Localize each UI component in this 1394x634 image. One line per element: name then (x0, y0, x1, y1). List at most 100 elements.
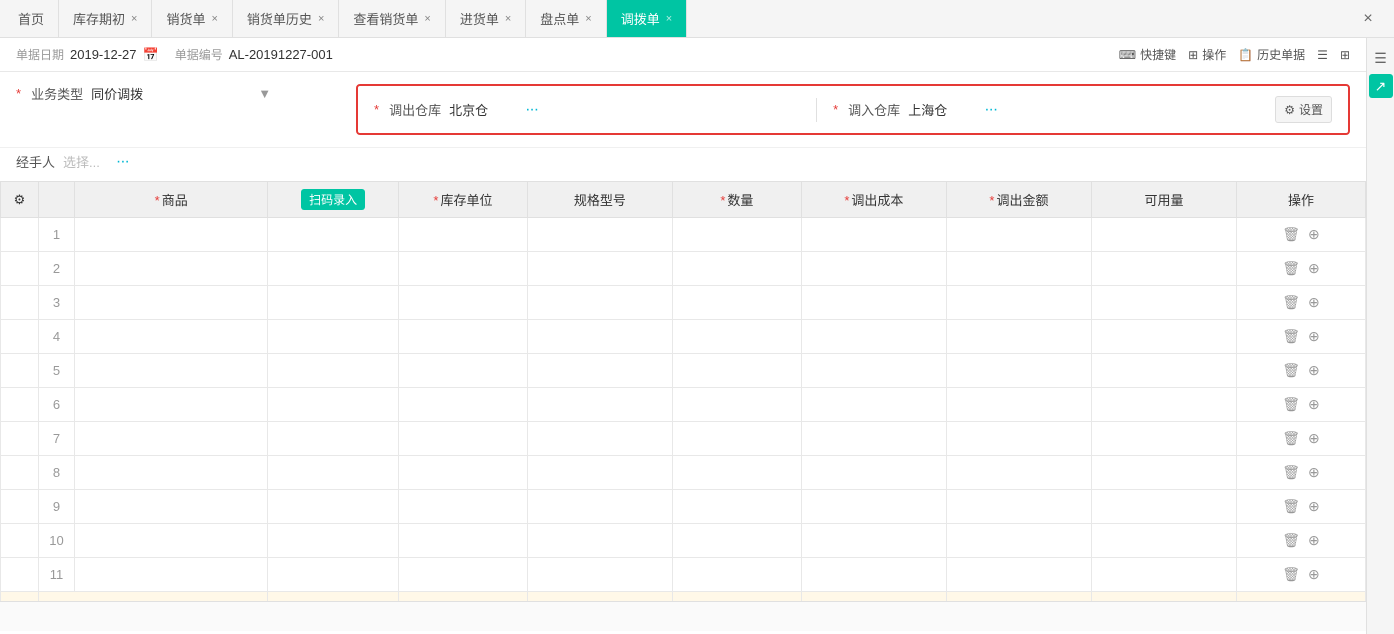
business-type-dropdown[interactable]: 同价调拨 ▼ (91, 84, 271, 103)
row-qty[interactable] (672, 490, 801, 524)
copy-row-icon[interactable]: ⊕ (1308, 566, 1320, 583)
col-scan-header[interactable]: 扫码录入 (268, 182, 399, 218)
delete-row-icon[interactable]: 🗑 (1282, 464, 1300, 481)
sidebar-list-icon[interactable]: ☰ (1369, 46, 1393, 70)
row-cost[interactable] (801, 320, 946, 354)
row-amount[interactable] (946, 456, 1091, 490)
tab-purchase-close[interactable]: × (505, 13, 511, 25)
copy-row-icon[interactable]: ⊕ (1308, 328, 1320, 345)
tab-sales-order-close[interactable]: × (211, 13, 217, 25)
delete-row-icon[interactable]: 🗑 (1282, 532, 1300, 549)
row-qty[interactable] (672, 286, 801, 320)
row-cost[interactable] (801, 524, 946, 558)
settings-button[interactable]: ⚙ 设置 (1275, 96, 1332, 123)
col-settings-header[interactable]: ⚙ (1, 182, 39, 218)
row-unit[interactable] (398, 456, 527, 490)
row-unit[interactable] (398, 422, 527, 456)
row-amount[interactable] (946, 422, 1091, 456)
row-unit[interactable] (398, 320, 527, 354)
in-warehouse-more-button[interactable]: ··· (984, 101, 997, 119)
tab-transfer[interactable]: 调拨单 × (607, 0, 687, 37)
row-cost[interactable] (801, 354, 946, 388)
row-cost[interactable] (801, 422, 946, 456)
row-cost[interactable] (801, 490, 946, 524)
tab-sales-order[interactable]: 销货单 × (152, 0, 232, 37)
row-unit[interactable] (398, 218, 527, 252)
copy-row-icon[interactable]: ⊕ (1308, 464, 1320, 481)
window-close-button[interactable]: × (1354, 5, 1382, 33)
row-cost[interactable] (801, 286, 946, 320)
row-spec[interactable] (527, 388, 672, 422)
row-unit[interactable] (398, 388, 527, 422)
tab-sales-history-close[interactable]: × (318, 13, 324, 25)
copy-row-icon[interactable]: ⊕ (1308, 430, 1320, 447)
tab-inventory-init[interactable]: 库存期初 × (59, 0, 152, 37)
row-cost[interactable] (801, 456, 946, 490)
delete-row-icon[interactable]: 🗑 (1282, 260, 1300, 277)
row-product[interactable] (75, 422, 268, 456)
row-amount[interactable] (946, 320, 1091, 354)
delete-row-icon[interactable]: 🗑 (1282, 294, 1300, 311)
row-unit[interactable] (398, 558, 527, 592)
copy-row-icon[interactable]: ⊕ (1308, 260, 1320, 277)
row-qty[interactable] (672, 422, 801, 456)
row-product[interactable] (75, 252, 268, 286)
tab-sales-history[interactable]: 销货单历史 × (233, 0, 339, 37)
row-cost[interactable] (801, 558, 946, 592)
sidebar-expand-icon[interactable]: ↗ (1369, 74, 1393, 98)
row-amount[interactable] (946, 388, 1091, 422)
scan-button[interactable]: 扫码录入 (301, 189, 365, 210)
handler-select[interactable]: 选择... (63, 152, 100, 171)
row-amount[interactable] (946, 558, 1091, 592)
row-qty[interactable] (672, 320, 801, 354)
row-product[interactable] (75, 456, 268, 490)
row-product[interactable] (75, 558, 268, 592)
row-qty[interactable] (672, 252, 801, 286)
row-product[interactable] (75, 354, 268, 388)
row-product[interactable] (75, 388, 268, 422)
row-qty[interactable] (672, 388, 801, 422)
row-amount[interactable] (946, 524, 1091, 558)
tab-purchase[interactable]: 进货单 × (446, 0, 526, 37)
row-unit[interactable] (398, 252, 527, 286)
row-spec[interactable] (527, 490, 672, 524)
copy-row-icon[interactable]: ⊕ (1308, 396, 1320, 413)
row-qty[interactable] (672, 558, 801, 592)
operations-button[interactable]: ⊞ 操作 (1188, 46, 1226, 63)
row-unit[interactable] (398, 286, 527, 320)
copy-row-icon[interactable]: ⊕ (1308, 532, 1320, 549)
delete-row-icon[interactable]: 🗑 (1282, 498, 1300, 515)
row-spec[interactable] (527, 456, 672, 490)
delete-row-icon[interactable]: 🗑 (1282, 566, 1300, 583)
tab-stocktake-close[interactable]: × (585, 13, 591, 25)
row-cost[interactable] (801, 218, 946, 252)
row-unit[interactable] (398, 524, 527, 558)
out-warehouse-more-button[interactable]: ··· (525, 101, 538, 119)
tab-transfer-close[interactable]: × (666, 13, 672, 25)
delete-row-icon[interactable]: 🗑 (1282, 430, 1300, 447)
tab-stocktake[interactable]: 盘点单 × (526, 0, 606, 37)
delete-row-icon[interactable]: 🗑 (1282, 226, 1300, 243)
copy-row-icon[interactable]: ⊕ (1308, 498, 1320, 515)
row-spec[interactable] (527, 286, 672, 320)
tab-view-sales[interactable]: 查看销货单 × (339, 0, 445, 37)
row-qty[interactable] (672, 456, 801, 490)
row-amount[interactable] (946, 252, 1091, 286)
shortcuts-button[interactable]: ⌨ 快捷键 (1119, 46, 1176, 63)
row-product[interactable] (75, 524, 268, 558)
row-amount[interactable] (946, 490, 1091, 524)
history-button[interactable]: 📋 历史单据 (1238, 46, 1305, 63)
row-unit[interactable] (398, 354, 527, 388)
tab-view-sales-close[interactable]: × (424, 13, 430, 25)
row-product[interactable] (75, 218, 268, 252)
row-qty[interactable] (672, 354, 801, 388)
row-cost[interactable] (801, 252, 946, 286)
subtotal-copy-icon[interactable]: ⊕ (1308, 600, 1320, 601)
row-amount[interactable] (946, 354, 1091, 388)
layout2-button[interactable]: ⊞ (1340, 48, 1350, 62)
delete-row-icon[interactable]: 🗑 (1282, 362, 1300, 379)
row-qty[interactable] (672, 524, 801, 558)
row-spec[interactable] (527, 252, 672, 286)
subtotal-delete-icon[interactable]: 🗑 (1282, 600, 1300, 601)
row-spec[interactable] (527, 218, 672, 252)
